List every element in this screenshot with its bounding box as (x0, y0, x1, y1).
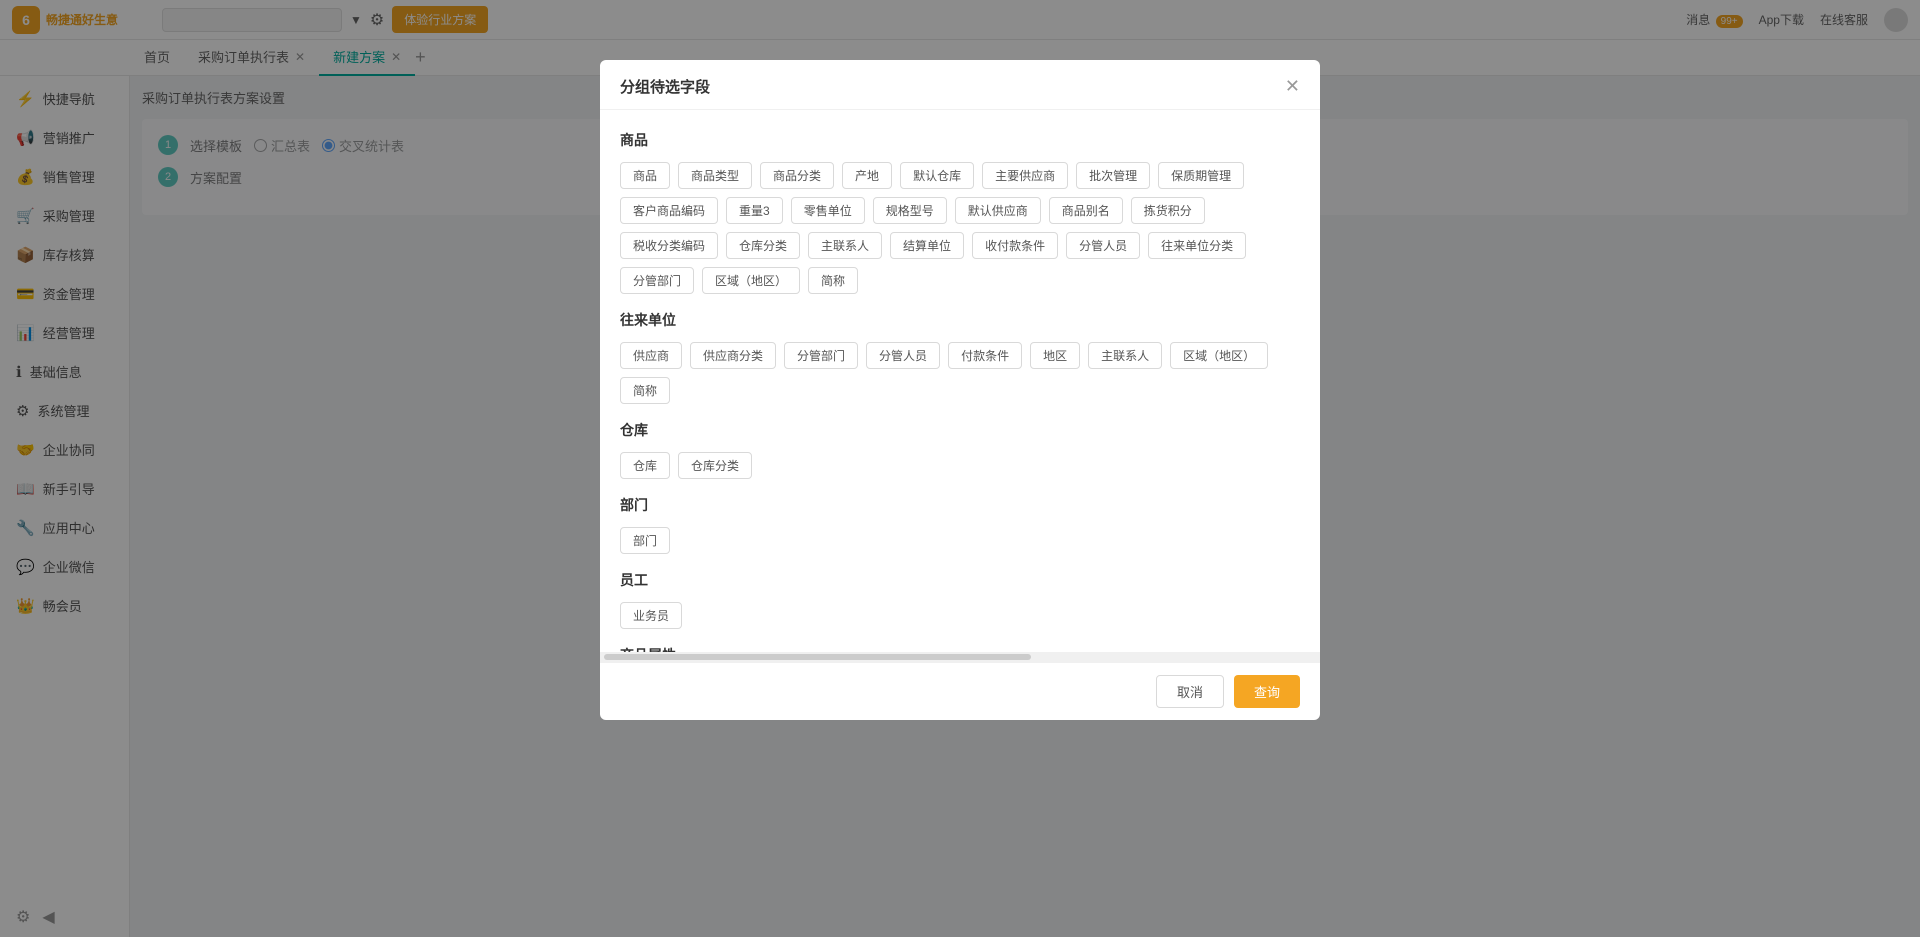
modal-footer: 取消 查询 (600, 662, 1320, 720)
field-tag[interactable]: 地区 (1030, 342, 1080, 369)
field-tag[interactable]: 主要供应商 (982, 162, 1068, 189)
field-tag[interactable]: 拣货积分 (1131, 197, 1205, 224)
field-tag[interactable]: 默认供应商 (955, 197, 1041, 224)
field-tag[interactable]: 简称 (620, 377, 670, 404)
field-tag[interactable]: 部门 (620, 527, 670, 554)
modal-dialog: 分组待选字段 ✕ 商品 商品 商品类型 商品分类 产地 默认仓库 主要供应商 批… (600, 60, 1320, 720)
field-tag[interactable]: 供应商 (620, 342, 682, 369)
field-tag[interactable]: 商品 (620, 162, 670, 189)
field-tag[interactable]: 客户商品编码 (620, 197, 718, 224)
section-employee-fields: 业务员 (620, 602, 1300, 629)
section-partner-fields: 供应商 供应商分类 分管部门 分管人员 付款条件 地区 主联系人 区域（地区） … (620, 342, 1300, 404)
section-employee-title: 员工 (620, 570, 1300, 590)
field-tag[interactable]: 分管人员 (866, 342, 940, 369)
field-tag[interactable]: 供应商分类 (690, 342, 776, 369)
modal-overlay: 分组待选字段 ✕ 商品 商品 商品类型 商品分类 产地 默认仓库 主要供应商 批… (0, 0, 1920, 937)
modal-header: 分组待选字段 ✕ (600, 60, 1320, 110)
field-tag[interactable]: 区域（地区） (1170, 342, 1268, 369)
field-tag[interactable]: 结算单位 (890, 232, 964, 259)
section-department-fields: 部门 (620, 527, 1300, 554)
field-tag[interactable]: 仓库 (620, 452, 670, 479)
field-tag[interactable]: 收付款条件 (972, 232, 1058, 259)
field-tag[interactable]: 付款条件 (948, 342, 1022, 369)
section-product-fields: 商品 商品类型 商品分类 产地 默认仓库 主要供应商 批次管理 保质期管理 客户… (620, 162, 1300, 294)
modal-title: 分组待选字段 (620, 76, 710, 97)
modal-close-button[interactable]: ✕ (1285, 76, 1300, 97)
field-tag[interactable]: 保质期管理 (1158, 162, 1244, 189)
section-partner-title: 往来单位 (620, 310, 1300, 330)
field-tag[interactable]: 业务员 (620, 602, 682, 629)
field-tag[interactable]: 分管部门 (784, 342, 858, 369)
section-product-title: 商品 (620, 130, 1300, 150)
modal-hscroll-thumb (604, 654, 1031, 660)
field-tag[interactable]: 零售单位 (791, 197, 865, 224)
field-tag[interactable]: 仓库分类 (726, 232, 800, 259)
section-warehouse-fields: 仓库 仓库分类 (620, 452, 1300, 479)
modal-body: 商品 商品 商品类型 商品分类 产地 默认仓库 主要供应商 批次管理 保质期管理… (600, 110, 1320, 652)
field-tag[interactable]: 商品类型 (678, 162, 752, 189)
field-tag[interactable]: 主联系人 (1088, 342, 1162, 369)
field-tag[interactable]: 分管人员 (1066, 232, 1140, 259)
field-tag[interactable]: 税收分类编码 (620, 232, 718, 259)
modal-horizontal-scrollbar[interactable] (600, 652, 1320, 662)
field-tag[interactable]: 商品别名 (1049, 197, 1123, 224)
confirm-button[interactable]: 查询 (1234, 675, 1300, 708)
field-tag[interactable]: 规格型号 (873, 197, 947, 224)
field-tag[interactable]: 简称 (808, 267, 858, 294)
field-tag[interactable]: 分管部门 (620, 267, 694, 294)
field-tag[interactable]: 默认仓库 (900, 162, 974, 189)
field-tag[interactable]: 批次管理 (1076, 162, 1150, 189)
section-warehouse-title: 仓库 (620, 420, 1300, 440)
field-tag[interactable]: 区域（地区） (702, 267, 800, 294)
section-product-attr-title: 商品属性 (620, 645, 1300, 652)
section-department-title: 部门 (620, 495, 1300, 515)
field-tag[interactable]: 往来单位分类 (1148, 232, 1246, 259)
cancel-button[interactable]: 取消 (1156, 675, 1224, 708)
field-tag[interactable]: 产地 (842, 162, 892, 189)
field-tag[interactable]: 仓库分类 (678, 452, 752, 479)
field-tag[interactable]: 重量3 (726, 197, 783, 224)
field-tag[interactable]: 主联系人 (808, 232, 882, 259)
field-tag[interactable]: 商品分类 (760, 162, 834, 189)
